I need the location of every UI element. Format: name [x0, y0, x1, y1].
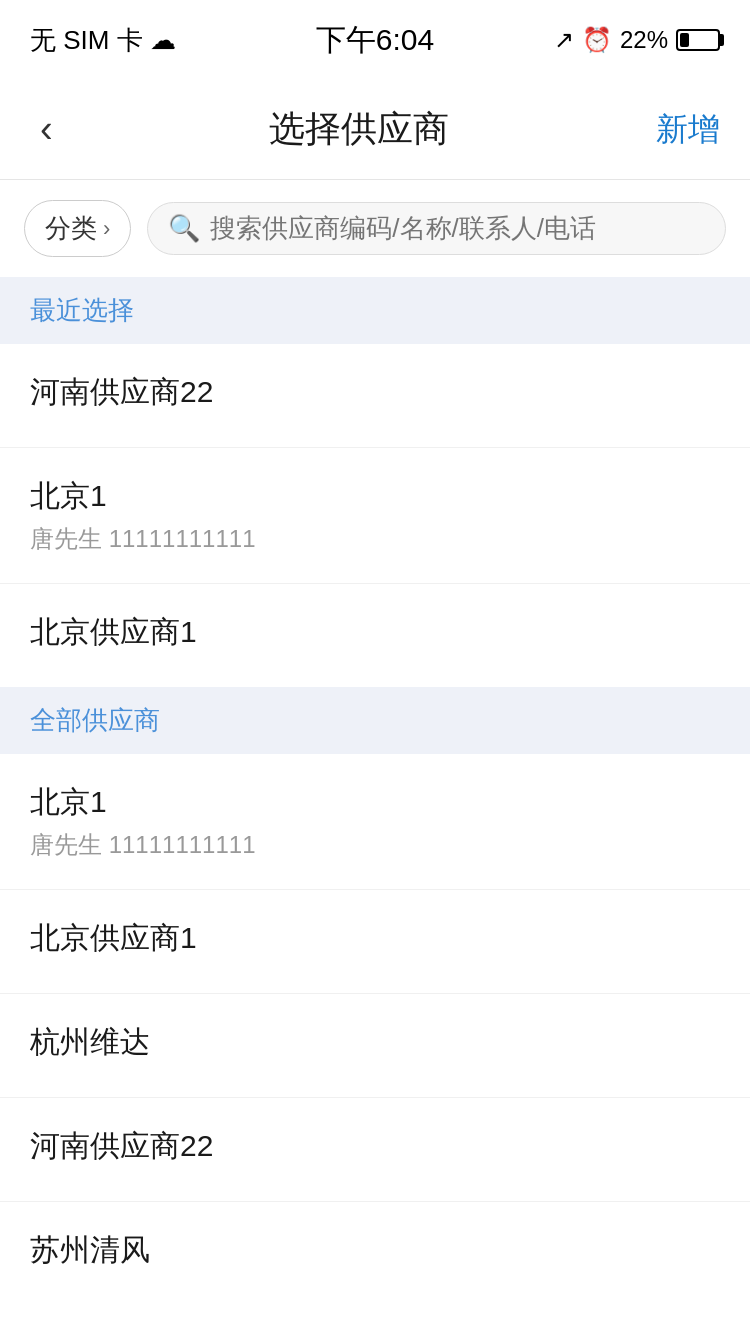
item-name: 河南供应商22 — [30, 372, 720, 413]
page-title: 选择供应商 — [269, 105, 449, 154]
alarm-icon: ⏰ — [582, 26, 612, 54]
list-item[interactable]: 北京供应商1 — [0, 584, 750, 687]
chevron-right-icon: › — [103, 216, 110, 242]
list-item[interactable]: 杭州维达 — [0, 994, 750, 1098]
list-item[interactable]: 河南供应商22 — [0, 344, 750, 448]
item-name: 北京供应商1 — [30, 612, 720, 653]
status-bar: 无 SIM 卡 ☁ 下午6:04 ↗ ⏰ 22% — [0, 0, 750, 80]
search-input-wrap: 🔍 — [147, 202, 726, 255]
item-sub: 唐先生 11111111111 — [30, 523, 720, 555]
item-name: 河南供应商22 — [30, 1126, 720, 1167]
search-bar: 分类 › 🔍 — [0, 180, 750, 277]
item-name: 北京供应商1 — [30, 918, 720, 959]
location-icon: ↗ — [554, 26, 574, 54]
battery-percent: 22% — [620, 26, 668, 54]
status-right-icons: ↗ ⏰ 22% — [554, 26, 720, 54]
item-name: 杭州维达 — [30, 1022, 720, 1063]
search-icon: 🔍 — [168, 213, 200, 244]
recent-items-list: 河南供应商22 北京1 唐先生 11111111111 北京供应商1 — [0, 344, 750, 687]
list-item[interactable]: 河南供应商22 — [0, 1098, 750, 1202]
list-item[interactable]: 北京1 唐先生 11111111111 — [0, 448, 750, 584]
item-sub: 唐先生 11111111111 — [30, 829, 720, 861]
all-items-list: 北京1 唐先生 11111111111 北京供应商1 杭州维达 河南供应商22 … — [0, 754, 750, 1305]
nav-bar: ‹ 选择供应商 新增 — [0, 80, 750, 180]
item-name: 北京1 — [30, 782, 720, 823]
list-item[interactable]: 北京1 唐先生 11111111111 — [0, 754, 750, 890]
back-button[interactable]: ‹ — [30, 98, 63, 161]
battery-icon — [676, 29, 720, 51]
item-name: 北京1 — [30, 476, 720, 517]
recent-section-header: 最近选择 — [0, 277, 750, 344]
list-item[interactable]: 苏州清风 — [0, 1202, 750, 1305]
category-label: 分类 — [45, 211, 97, 246]
item-name: 苏州清风 — [30, 1230, 720, 1271]
category-button[interactable]: 分类 › — [24, 200, 131, 257]
status-carrier: 无 SIM 卡 ☁ — [30, 23, 176, 58]
status-time: 下午6:04 — [316, 20, 434, 61]
list-item[interactable]: 北京供应商1 — [0, 890, 750, 994]
new-action-button[interactable]: 新增 — [656, 108, 720, 152]
all-section-header: 全部供应商 — [0, 687, 750, 754]
search-input[interactable] — [210, 213, 705, 244]
